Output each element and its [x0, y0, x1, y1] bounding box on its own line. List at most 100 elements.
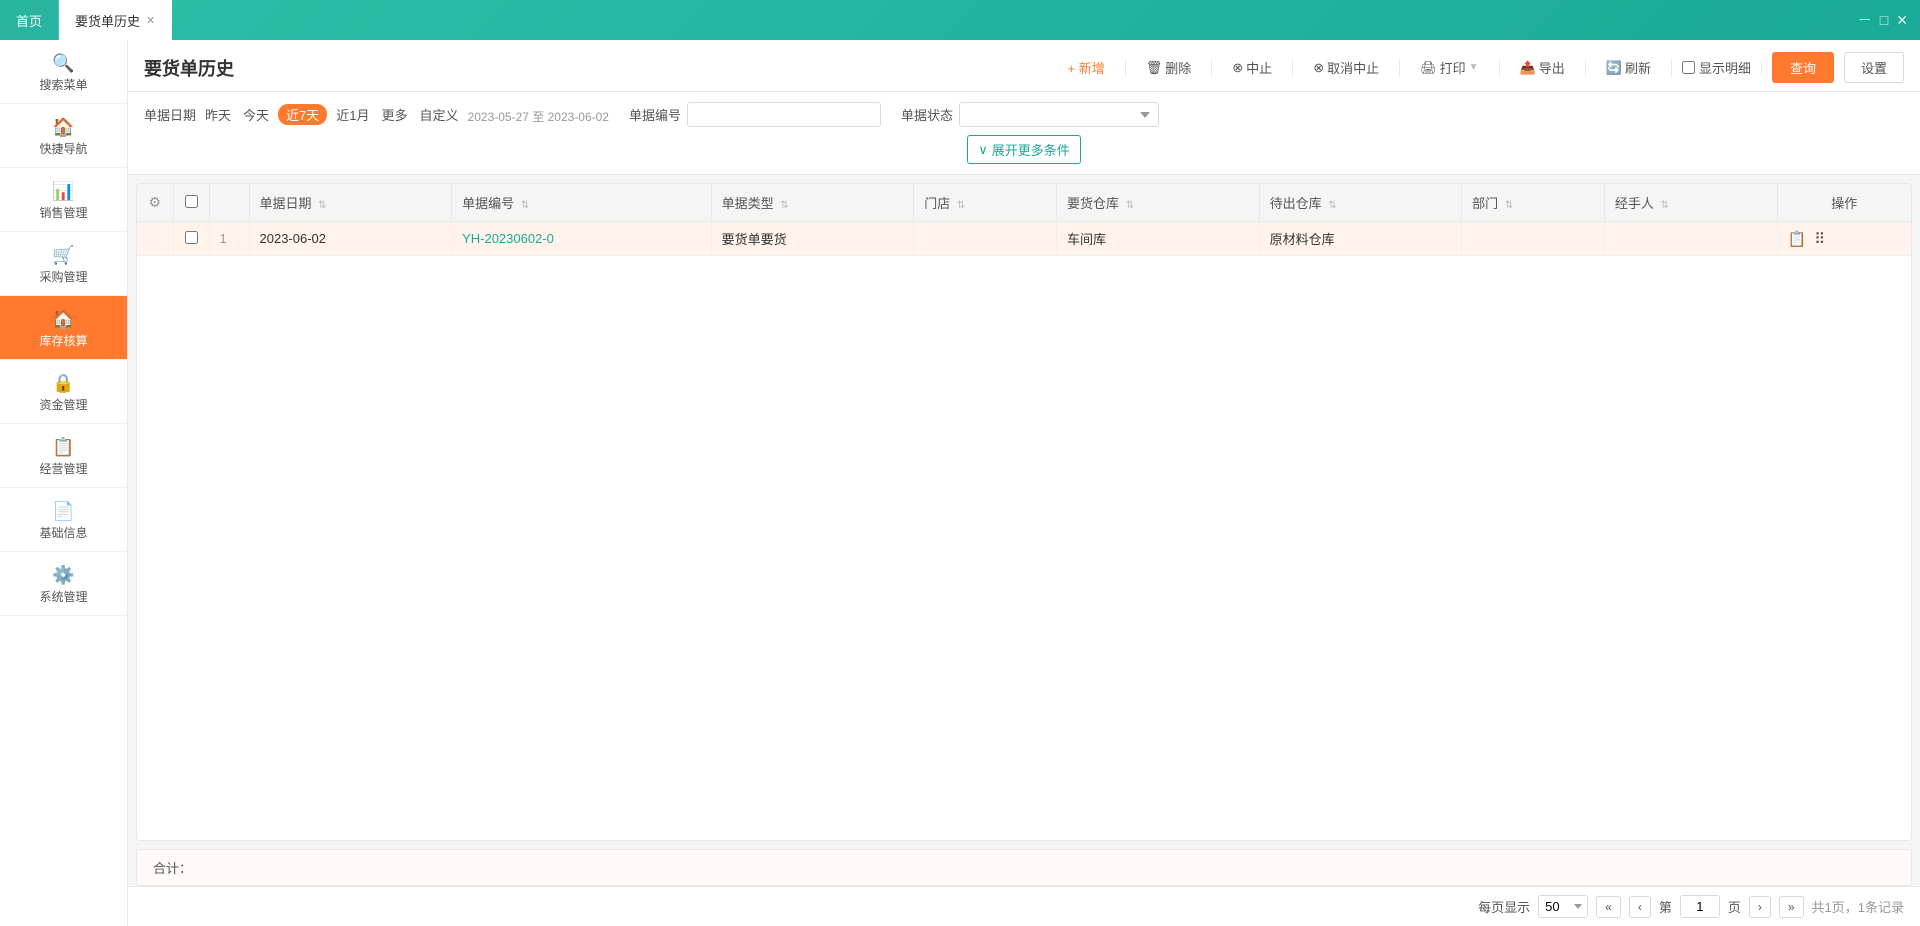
tab-home[interactable]: 首页	[0, 0, 59, 40]
total-info: 共1页，1条记录	[1812, 897, 1904, 916]
date-more[interactable]: 更多	[379, 104, 411, 125]
cancel-stop-label: 取消中止	[1327, 58, 1379, 77]
basic-info-icon: 📄	[52, 502, 74, 520]
doc-number-input[interactable]	[687, 102, 881, 127]
col-req-warehouse-label: 要货仓库	[1067, 196, 1119, 211]
page-suffix: 页	[1728, 897, 1741, 916]
page-input[interactable]	[1680, 895, 1720, 918]
maximize-icon[interactable]: □	[1880, 12, 1888, 28]
sidebar-item-search-menu[interactable]: 🔍 搜索菜单	[0, 40, 127, 104]
sidebar-item-inventory[interactable]: 🏠 库存核算	[0, 296, 127, 360]
sidebar-item-quick-nav[interactable]: 🏠 快捷导航	[0, 104, 127, 168]
cell-department	[1462, 222, 1605, 256]
col-pending-warehouse: 待出仓库 ⇅	[1259, 184, 1462, 222]
display-detail-checkbox[interactable]	[1682, 61, 1695, 74]
col-doc-number-sort-icon[interactable]: ⇅	[521, 200, 529, 211]
sidebar-item-system[interactable]: ⚙️ 系统管理	[0, 552, 127, 616]
table-area: ⚙ 单据日期 ⇅ 单据编号 ⇅	[136, 183, 1912, 841]
col-doc-type: 单据类型 ⇅	[711, 184, 914, 222]
table-row: 1 2023-06-02 YH-20230602-0 要货单要货	[137, 222, 1911, 256]
doc-status-label: 单据状态	[901, 105, 953, 124]
col-doc-number-label: 单据编号	[462, 196, 514, 211]
toolbar-divider-4	[1399, 60, 1400, 76]
add-button[interactable]: + 新增	[1058, 54, 1115, 81]
col-department-sort-icon[interactable]: ⇅	[1505, 200, 1513, 211]
col-handler: 经手人 ⇅	[1604, 184, 1777, 222]
print-icon: 🖨	[1420, 60, 1437, 76]
sidebar-item-purchase[interactable]: 🛒 采购管理	[0, 232, 127, 296]
display-detail-toggle[interactable]: 显示明细	[1682, 58, 1751, 77]
first-page-button[interactable]: «	[1596, 896, 1621, 918]
refresh-label: 刷新	[1625, 58, 1651, 77]
tab-home-label: 首页	[16, 11, 42, 30]
minimize-icon[interactable]: －	[1858, 10, 1872, 30]
date-range-text: 2023-05-27 至 2023-06-02	[468, 108, 609, 125]
table-header: ⚙ 单据日期 ⇅ 单据编号 ⇅	[137, 184, 1911, 222]
toolbar-divider-2	[1211, 60, 1212, 76]
table-body: 1 2023-06-02 YH-20230602-0 要货单要货	[137, 222, 1911, 256]
col-settings: ⚙	[137, 184, 173, 222]
more-icon[interactable]: ⠿	[1814, 230, 1825, 248]
col-handler-sort-icon[interactable]: ⇅	[1661, 200, 1669, 211]
col-store-sort-icon[interactable]: ⇅	[957, 200, 965, 211]
col-doc-type-sort-icon[interactable]: ⇅	[780, 200, 788, 211]
filter-doc-status-item: 单据状态	[901, 102, 1159, 127]
tab-close-icon[interactable]: ✕	[146, 14, 155, 27]
col-settings-icon[interactable]: ⚙	[148, 194, 161, 210]
date-custom[interactable]: 自定义	[417, 104, 462, 125]
col-doc-date-sort-icon[interactable]: ⇅	[318, 200, 326, 211]
settings-button[interactable]: 设置	[1844, 52, 1904, 83]
select-all-checkbox[interactable]	[185, 195, 198, 208]
date-yesterday[interactable]: 昨天	[202, 104, 234, 125]
stop-button[interactable]: ⊗ 中止	[1222, 54, 1282, 81]
col-store-label: 门店	[924, 196, 950, 211]
date-last1month[interactable]: 近1月	[333, 104, 372, 125]
finance-icon: 🔒	[52, 374, 74, 392]
delete-button[interactable]: 🗑 删除	[1136, 54, 1202, 81]
edit-icon[interactable]: 📋	[1788, 230, 1807, 248]
main-table: ⚙ 单据日期 ⇅ 单据编号 ⇅	[137, 184, 1911, 256]
per-page-select[interactable]: 50 20 100	[1538, 895, 1588, 918]
summary-label: 合计：	[153, 858, 192, 877]
tab-requisition-history[interactable]: 要货单历史 ✕	[59, 0, 172, 40]
date-last7days[interactable]: 近7天	[278, 104, 327, 125]
cell-pending-warehouse: 原材料仓库	[1259, 222, 1462, 256]
window-close-icon[interactable]: ✕	[1896, 12, 1908, 29]
col-doc-date: 单据日期 ⇅	[249, 184, 452, 222]
cell-actions: 📋 ⠿	[1777, 222, 1911, 256]
tab-list: 首页 要货单历史 ✕	[0, 0, 172, 40]
action-icons: 📋 ⠿	[1788, 230, 1901, 248]
col-pending-warehouse-sort-icon[interactable]: ⇅	[1328, 200, 1336, 211]
doc-date-value: 2023-06-02	[260, 231, 327, 246]
refresh-button[interactable]: 🔄 刷新	[1596, 54, 1661, 81]
col-actions: 操作	[1777, 184, 1911, 222]
page-header: 要货单历史 + 新增 🗑 删除 ⊗ 中止 ⊗ 取消中止	[128, 40, 1920, 92]
expand-filter-button[interactable]: ∨ 展开更多条件	[967, 135, 1081, 164]
sidebar-item-operations[interactable]: 📋 经营管理	[0, 424, 127, 488]
export-label: 导出	[1539, 58, 1565, 77]
doc-number-link[interactable]: YH-20230602-0	[462, 231, 554, 246]
delete-label: 删除	[1165, 58, 1191, 77]
row-checkbox[interactable]	[185, 231, 198, 244]
query-button[interactable]: 查询	[1772, 52, 1834, 83]
next-page-button[interactable]: ›	[1749, 896, 1771, 918]
search-menu-icon: 🔍	[52, 54, 74, 72]
doc-number-label: 单据编号	[629, 105, 681, 124]
last-page-button[interactable]: »	[1779, 896, 1804, 918]
cancel-stop-button[interactable]: ⊗ 取消中止	[1303, 54, 1389, 81]
sidebar-item-sales-label: 销售管理	[39, 204, 87, 221]
date-today[interactable]: 今天	[240, 104, 272, 125]
col-department-label: 部门	[1472, 196, 1498, 211]
sidebar-item-finance[interactable]: 🔒 资金管理	[0, 360, 127, 424]
sidebar-item-sales[interactable]: 📊 销售管理	[0, 168, 127, 232]
col-req-warehouse-sort-icon[interactable]: ⇅	[1126, 200, 1134, 211]
col-doc-date-label: 单据日期	[260, 196, 312, 211]
print-button[interactable]: 🖨 打印 ▼	[1410, 54, 1488, 81]
sidebar-item-basic-info[interactable]: 📄 基础信息	[0, 488, 127, 552]
cell-row-num: 1	[209, 222, 249, 256]
filter-row: 单据日期 昨天 今天 近7天 近1月 更多 自定义 2023-05-27 至 2…	[144, 102, 1904, 127]
prev-page-button[interactable]: ‹	[1629, 896, 1651, 918]
export-button[interactable]: 📤 导出	[1510, 54, 1575, 81]
col-actions-label: 操作	[1831, 196, 1857, 211]
doc-status-select[interactable]	[959, 102, 1159, 127]
